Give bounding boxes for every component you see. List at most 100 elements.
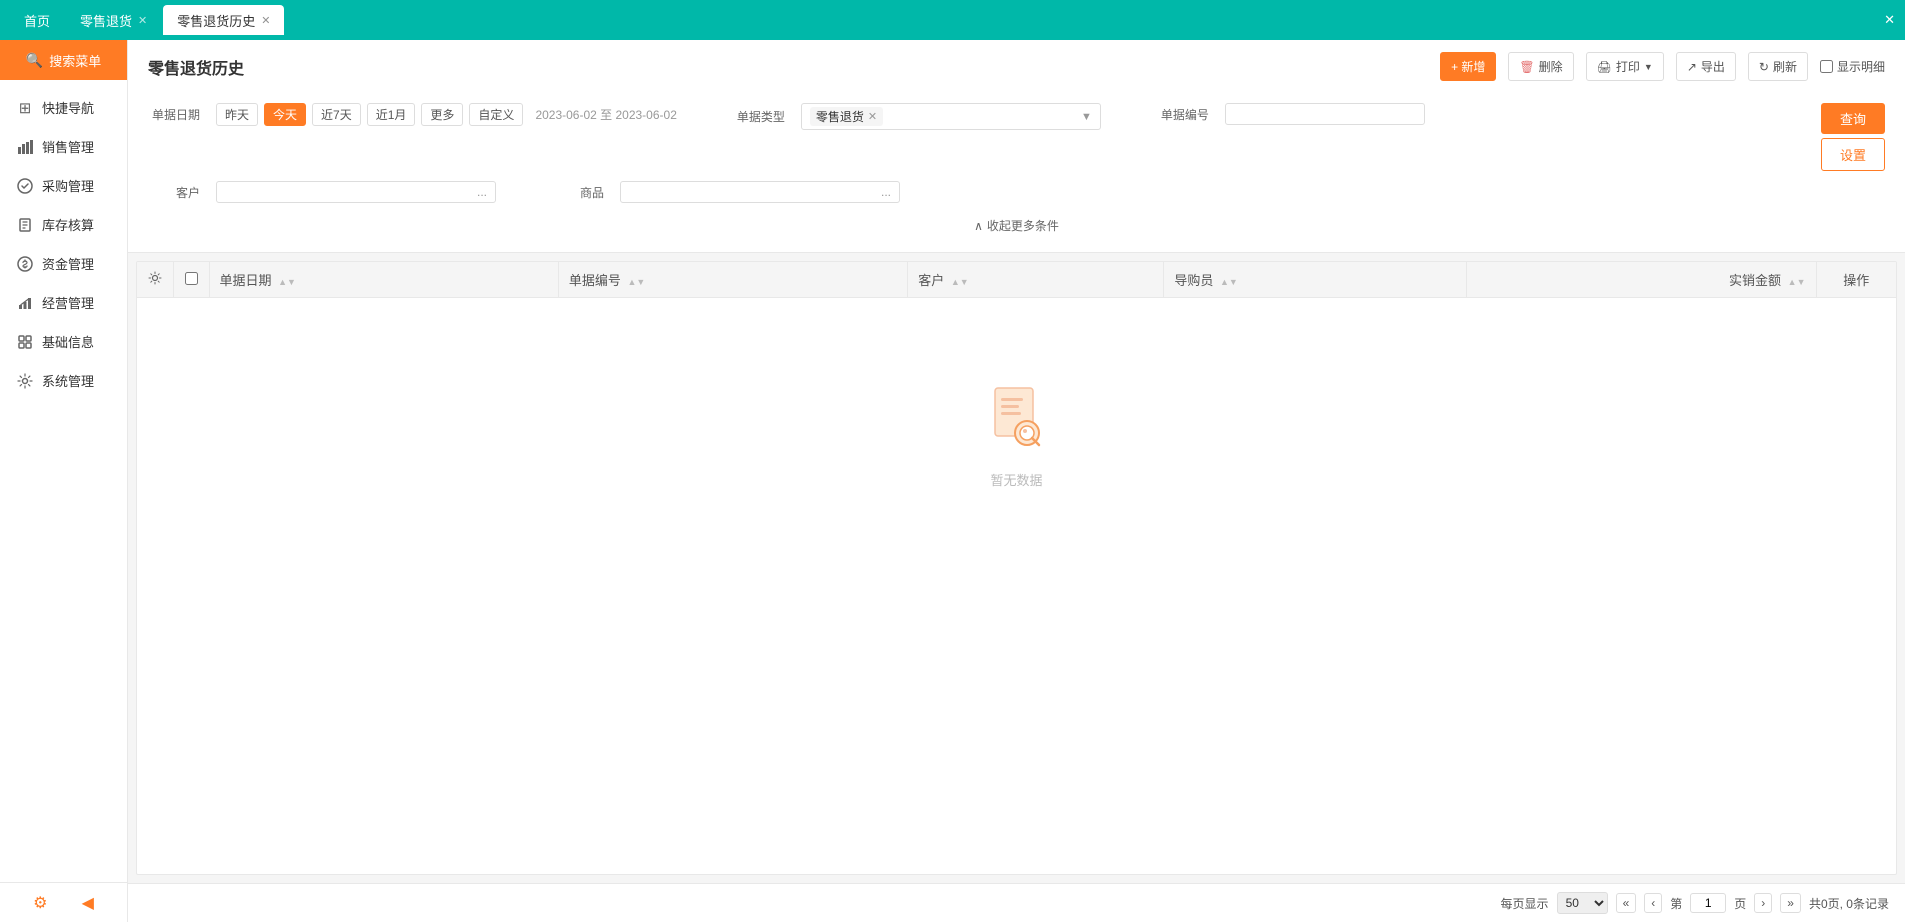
page-title: 零售退货历史: [148, 55, 244, 79]
table-header-row: 单据日期 ▲▼ 单据编号 ▲▼ 客户 ▲▼ 导购员: [137, 262, 1896, 298]
goods-input[interactable]: [629, 185, 881, 199]
purchase-mgmt-icon: [16, 177, 34, 195]
data-table: 单据日期 ▲▼ 单据编号 ▲▼ 客户 ▲▼ 导购员: [137, 262, 1896, 569]
select-all-checkbox[interactable]: [185, 272, 198, 285]
page-number-input[interactable]: [1690, 893, 1726, 913]
window-close-button[interactable]: ✕: [1884, 12, 1895, 28]
empty-row: 暂无数据: [137, 298, 1896, 570]
sidebar-search-label: 搜索菜单: [49, 51, 101, 70]
settings-bottom-icon[interactable]: ⚙: [33, 893, 47, 913]
next-page-button[interactable]: ›: [1754, 893, 1772, 913]
collapse-sidebar-icon[interactable]: ◀: [82, 893, 94, 913]
table-body: 暂无数据: [137, 298, 1896, 570]
sidebar-item-finance[interactable]: 资金管理: [0, 244, 127, 283]
sidebar-item-inventory[interactable]: 库存核算: [0, 205, 127, 244]
sidebar-item-quick-nav[interactable]: ⊞ 快捷导航: [0, 88, 127, 127]
th-settings[interactable]: [137, 262, 173, 298]
total-records-label: 共0页, 0条记录: [1809, 895, 1889, 912]
customer-input-wrap[interactable]: ...: [216, 181, 496, 203]
sidebar-item-finance-label: 资金管理: [42, 254, 94, 273]
pagination-bar: 每页显示 50 20 100 « ‹ 第 页 › » 共0页, 0条记录: [128, 883, 1905, 922]
date-btn-more[interactable]: 更多: [421, 103, 463, 126]
tab-home[interactable]: 首页: [10, 5, 64, 35]
bill-no-input-wrap[interactable]: [1225, 103, 1425, 125]
customer-label: 客户: [148, 184, 208, 201]
bill-type-label: 单据类型: [733, 108, 793, 125]
bill-type-dropdown-icon: ▼: [1081, 111, 1092, 123]
page-title-row: 零售退货历史 + 新增 🗑 删除 🖨 打印 ▼ ↗ 导出: [148, 52, 1885, 81]
sidebar-item-operations-label: 经营管理: [42, 293, 94, 312]
page-of-label: 页: [1734, 895, 1746, 912]
th-checkbox[interactable]: [173, 262, 209, 298]
tab-retail-return-history-close[interactable]: ✕: [261, 14, 270, 27]
sidebar-item-system-label: 系统管理: [42, 371, 94, 390]
first-page-button[interactable]: «: [1616, 893, 1637, 913]
sidebar-item-sales-mgmt-label: 销售管理: [42, 137, 94, 156]
sidebar-item-base-info[interactable]: 基础信息: [0, 322, 127, 361]
th-actions: 操作: [1816, 262, 1896, 298]
amount-sort-icon: ▲▼: [1788, 277, 1806, 287]
empty-illustration: [977, 378, 1057, 458]
collapse-filter-button[interactable]: ∧ 收起更多条件: [962, 213, 1071, 238]
show-detail-checkbox-label[interactable]: 显示明细: [1820, 58, 1885, 75]
goods-input-wrap[interactable]: ...: [620, 181, 900, 203]
tab-retail-return-label: 零售退货: [80, 11, 132, 30]
date-filter-label: 单据日期: [148, 106, 208, 123]
setting-button[interactable]: 设置: [1821, 138, 1885, 171]
print-button[interactable]: 🖨 打印 ▼: [1586, 52, 1664, 81]
sidebar-search[interactable]: 🔍 搜索菜单: [0, 40, 127, 80]
bill-no-label: 单据编号: [1157, 106, 1217, 123]
bill-no-input[interactable]: [1234, 107, 1416, 121]
tab-retail-return[interactable]: 零售退货 ✕: [66, 5, 161, 35]
sidebar-item-system[interactable]: 系统管理: [0, 361, 127, 400]
finance-icon: [16, 255, 34, 273]
query-button[interactable]: 查询: [1821, 103, 1885, 134]
tab-retail-return-close[interactable]: ✕: [138, 14, 147, 27]
show-detail-checkbox[interactable]: [1820, 60, 1833, 73]
th-date[interactable]: 单据日期 ▲▼: [209, 262, 558, 298]
prev-page-button[interactable]: ‹: [1644, 893, 1662, 913]
content-area: 零售退货历史 + 新增 🗑 删除 🖨 打印 ▼ ↗ 导出: [128, 40, 1905, 922]
new-button[interactable]: + 新增: [1440, 52, 1496, 81]
tab-retail-return-history-label: 零售退货历史: [177, 11, 255, 30]
page-header: 零售退货历史 + 新增 🗑 删除 🖨 打印 ▼ ↗ 导出: [128, 40, 1905, 253]
inventory-icon: [16, 216, 34, 234]
date-range-display: 2023-06-02 至 2023-06-02: [535, 106, 676, 123]
sidebar-item-inventory-label: 库存核算: [42, 215, 94, 234]
date-btn-today[interactable]: 今天: [264, 103, 306, 126]
goods-label: 商品: [552, 184, 612, 201]
date-sort-icon: ▲▼: [278, 277, 296, 287]
th-guide[interactable]: 导购员 ▲▼: [1164, 262, 1467, 298]
export-icon: ↗: [1687, 60, 1697, 74]
sidebar-item-sales-mgmt[interactable]: 销售管理: [0, 127, 127, 166]
bill-type-filter[interactable]: 零售退货 ✕ ▼: [801, 103, 1101, 130]
page-size-label: 每页显示: [1501, 895, 1549, 912]
date-btn-1month[interactable]: 近1月: [367, 103, 416, 126]
th-customer[interactable]: 客户 ▲▼: [908, 262, 1164, 298]
base-info-icon: [16, 333, 34, 351]
tab-retail-return-history[interactable]: 零售退货历史 ✕: [163, 5, 284, 35]
page-size-select[interactable]: 50 20 100: [1557, 892, 1608, 914]
last-page-button[interactable]: »: [1780, 893, 1801, 913]
page-label: 第: [1670, 895, 1682, 912]
date-btn-7days[interactable]: 近7天: [312, 103, 361, 126]
customer-sort-icon: ▲▼: [951, 277, 969, 287]
bill-type-tag-close[interactable]: ✕: [868, 110, 877, 123]
sidebar-item-purchase-mgmt-label: 采购管理: [42, 176, 94, 195]
search-icon: 🔍: [26, 52, 43, 69]
sidebar-nav: ⊞ 快捷导航 销售管理 采购管理 库存核算: [0, 80, 127, 882]
print-dropdown-icon: ▼: [1644, 62, 1653, 72]
date-btn-yesterday[interactable]: 昨天: [216, 103, 258, 126]
th-amount[interactable]: 实销金额 ▲▼: [1467, 262, 1816, 298]
print-icon: 🖨: [1597, 60, 1612, 74]
export-button[interactable]: ↗ 导出: [1676, 52, 1736, 81]
sidebar-item-purchase-mgmt[interactable]: 采购管理: [0, 166, 127, 205]
empty-state: 暂无数据: [137, 298, 1896, 569]
date-btn-custom[interactable]: 自定义: [469, 103, 523, 126]
delete-icon: 🗑: [1519, 60, 1534, 74]
sidebar-item-operations[interactable]: 经营管理: [0, 283, 127, 322]
th-bill-no[interactable]: 单据编号 ▲▼: [558, 262, 907, 298]
refresh-button[interactable]: ↻ 刷新: [1748, 52, 1808, 81]
customer-input[interactable]: [225, 185, 477, 199]
delete-button[interactable]: 🗑 删除: [1508, 52, 1573, 81]
